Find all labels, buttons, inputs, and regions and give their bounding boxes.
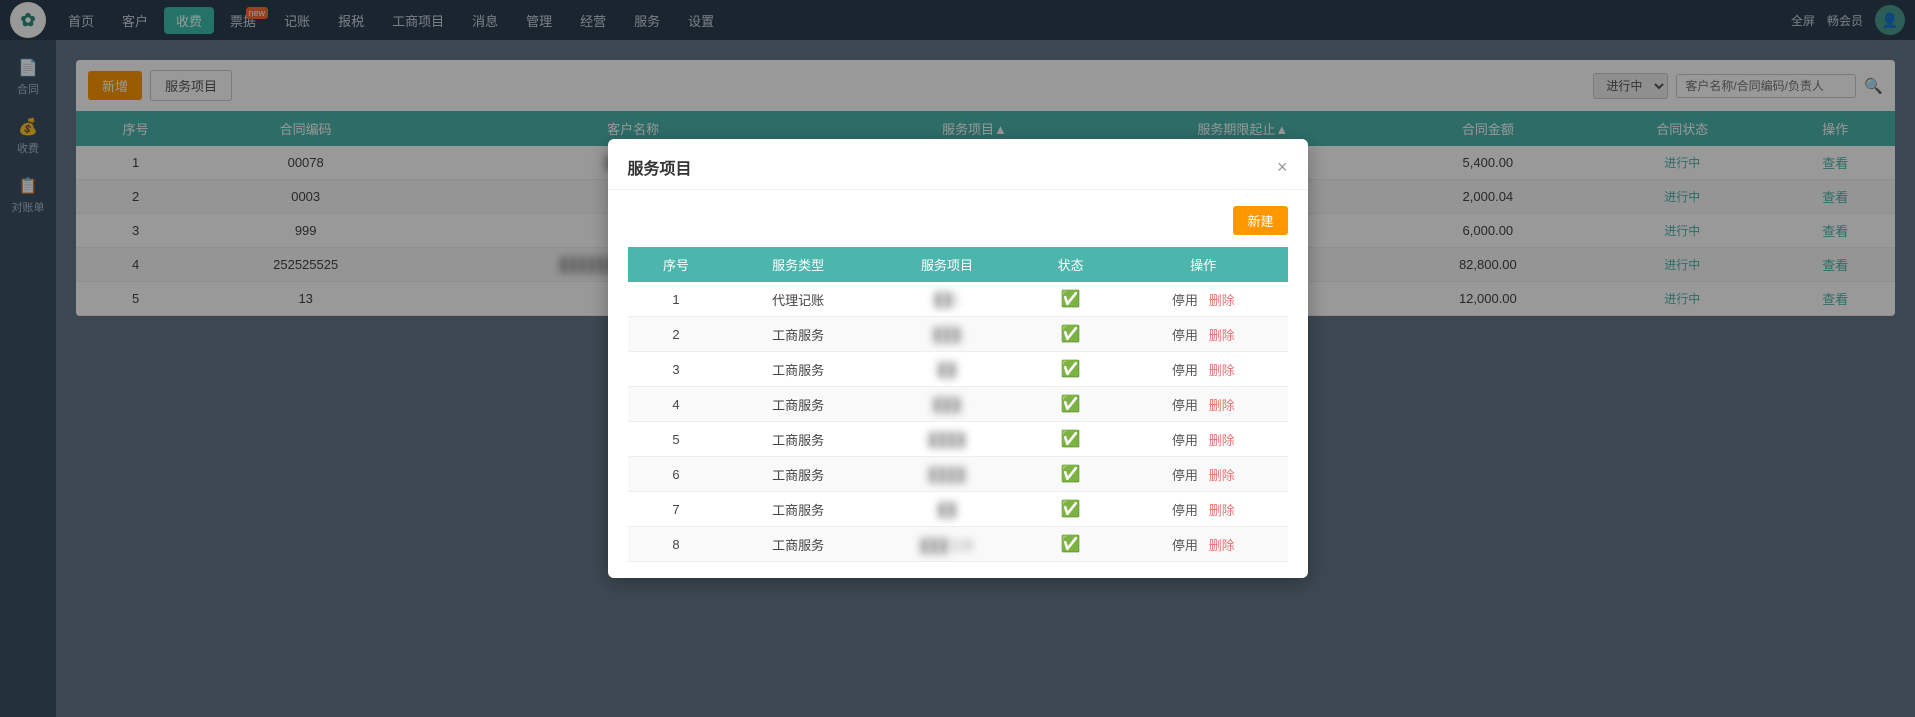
modal-cell-item: ████ xyxy=(872,422,1022,457)
modal-table-header: 序号服务类型服务项目状态操作 xyxy=(628,247,1288,282)
stop-link[interactable]: 停用 xyxy=(1172,328,1198,343)
modal-cell-action[interactable]: 停用 删除 xyxy=(1119,422,1287,457)
modal-cell-item: ████ xyxy=(872,457,1022,492)
stop-link[interactable]: 停用 xyxy=(1172,398,1198,413)
modal-cell-status: ✅ xyxy=(1022,352,1119,387)
status-check-icon: ✅ xyxy=(1061,326,1081,343)
stop-link[interactable]: 停用 xyxy=(1172,538,1198,553)
modal-cell-index: 7 xyxy=(628,492,725,527)
modal-cell-status: ✅ xyxy=(1022,317,1119,352)
modal-cell-status: ✅ xyxy=(1022,492,1119,527)
delete-link[interactable]: 删除 xyxy=(1209,503,1235,518)
delete-link[interactable]: 删除 xyxy=(1209,293,1235,308)
modal-cell-action[interactable]: 停用 删除 xyxy=(1119,282,1287,317)
status-check-icon: ✅ xyxy=(1061,291,1081,308)
modal-table: 序号服务类型服务项目状态操作 1代理记账██1✅ 停用 删除 2工商服务███✅… xyxy=(628,247,1288,562)
stop-link[interactable]: 停用 xyxy=(1172,503,1198,518)
modal-cell-index: 4 xyxy=(628,387,725,422)
modal-table-row: 2工商服务███ ✅ 停用 删除 xyxy=(628,317,1288,352)
modal-table-row: 1代理记账██1 ✅ 停用 删除 xyxy=(628,282,1288,317)
modal-cell-type: 工商服务 xyxy=(724,422,871,457)
delete-link[interactable]: 删除 xyxy=(1209,433,1235,448)
modal-close-button[interactable]: × xyxy=(1277,158,1288,176)
modal-cell-index: 6 xyxy=(628,457,725,492)
modal-cell-item: ███ xyxy=(872,317,1022,352)
modal-cell-status: ✅ xyxy=(1022,282,1119,317)
delete-link[interactable]: 删除 xyxy=(1209,468,1235,483)
modal-table-row: 5工商服务████ ✅ 停用 删除 xyxy=(628,422,1288,457)
modal-new-button[interactable]: 新建 xyxy=(1233,206,1287,235)
stop-link[interactable]: 停用 xyxy=(1172,293,1198,308)
modal-cell-item: ██1 xyxy=(872,282,1022,317)
status-check-icon: ✅ xyxy=(1061,361,1081,378)
modal-col-header: 服务项目 xyxy=(872,247,1022,282)
status-check-icon: ✅ xyxy=(1061,501,1081,518)
modal-cell-item: ██ xyxy=(872,352,1022,387)
status-check-icon: ✅ xyxy=(1061,466,1081,483)
modal-cell-item: ███注册 xyxy=(872,527,1022,562)
delete-link[interactable]: 删除 xyxy=(1209,538,1235,553)
delete-link[interactable]: 删除 xyxy=(1209,328,1235,343)
stop-link[interactable]: 停用 xyxy=(1172,363,1198,378)
modal-cell-action[interactable]: 停用 删除 xyxy=(1119,317,1287,352)
status-check-icon: ✅ xyxy=(1061,431,1081,448)
modal-col-header: 服务类型 xyxy=(724,247,871,282)
modal-cell-type: 工商服务 xyxy=(724,457,871,492)
delete-link[interactable]: 删除 xyxy=(1209,398,1235,413)
stop-link[interactable]: 停用 xyxy=(1172,433,1198,448)
modal-cell-type: 工商服务 xyxy=(724,527,871,562)
modal-cell-action[interactable]: 停用 删除 xyxy=(1119,352,1287,387)
status-check-icon: ✅ xyxy=(1061,536,1081,553)
modal-cell-type: 工商服务 xyxy=(724,492,871,527)
delete-link[interactable]: 删除 xyxy=(1209,363,1235,378)
modal-table-header-row: 序号服务类型服务项目状态操作 xyxy=(628,247,1288,282)
modal-cell-status: ✅ xyxy=(1022,527,1119,562)
modal-cell-status: ✅ xyxy=(1022,387,1119,422)
modal-cell-type: 工商服务 xyxy=(724,387,871,422)
modal-table-body: 1代理记账██1✅ 停用 删除 2工商服务███✅ 停用 删除 3工商服务██✅… xyxy=(628,282,1288,562)
modal-col-header: 操作 xyxy=(1119,247,1287,282)
modal-title: 服务项目 xyxy=(628,155,692,179)
modal-cell-action[interactable]: 停用 删除 xyxy=(1119,387,1287,422)
modal-cell-index: 8 xyxy=(628,527,725,562)
modal-cell-action[interactable]: 停用 删除 xyxy=(1119,457,1287,492)
modal-cell-index: 3 xyxy=(628,352,725,387)
modal-cell-type: 工商服务 xyxy=(724,317,871,352)
modal-cell-type: 工商服务 xyxy=(724,352,871,387)
modal-table-row: 6工商服务████ ✅ 停用 删除 xyxy=(628,457,1288,492)
modal-header: 服务项目 × xyxy=(608,139,1308,190)
modal-table-row: 7工商服务██ ✅ 停用 删除 xyxy=(628,492,1288,527)
modal-cell-item: ███ xyxy=(872,387,1022,422)
modal-body: 新建 序号服务类型服务项目状态操作 1代理记账██1✅ 停用 删除 2工商服务█… xyxy=(608,190,1308,578)
modal-cell-action[interactable]: 停用 删除 xyxy=(1119,492,1287,527)
modal-cell-item: ██ xyxy=(872,492,1022,527)
modal-new-btn-area: 新建 xyxy=(628,206,1288,235)
modal-table-row: 8工商服务███注册 ✅ 停用 删除 xyxy=(628,527,1288,562)
modal-table-row: 3工商服务██ ✅ 停用 删除 xyxy=(628,352,1288,387)
modal-cell-type: 代理记账 xyxy=(724,282,871,317)
modal-table-row: 4工商服务███ ✅ 停用 删除 xyxy=(628,387,1288,422)
stop-link[interactable]: 停用 xyxy=(1172,468,1198,483)
modal-col-header: 状态 xyxy=(1022,247,1119,282)
service-modal: 服务项目 × 新建 序号服务类型服务项目状态操作 1代理记账██1✅ 停用 删除… xyxy=(608,139,1308,578)
modal-col-header: 序号 xyxy=(628,247,725,282)
modal-cell-action[interactable]: 停用 删除 xyxy=(1119,527,1287,562)
modal-overlay[interactable]: 服务项目 × 新建 序号服务类型服务项目状态操作 1代理记账██1✅ 停用 删除… xyxy=(0,0,1915,717)
status-check-icon: ✅ xyxy=(1061,396,1081,413)
modal-cell-index: 1 xyxy=(628,282,725,317)
modal-cell-status: ✅ xyxy=(1022,422,1119,457)
modal-cell-status: ✅ xyxy=(1022,457,1119,492)
modal-cell-index: 2 xyxy=(628,317,725,352)
modal-cell-index: 5 xyxy=(628,422,725,457)
